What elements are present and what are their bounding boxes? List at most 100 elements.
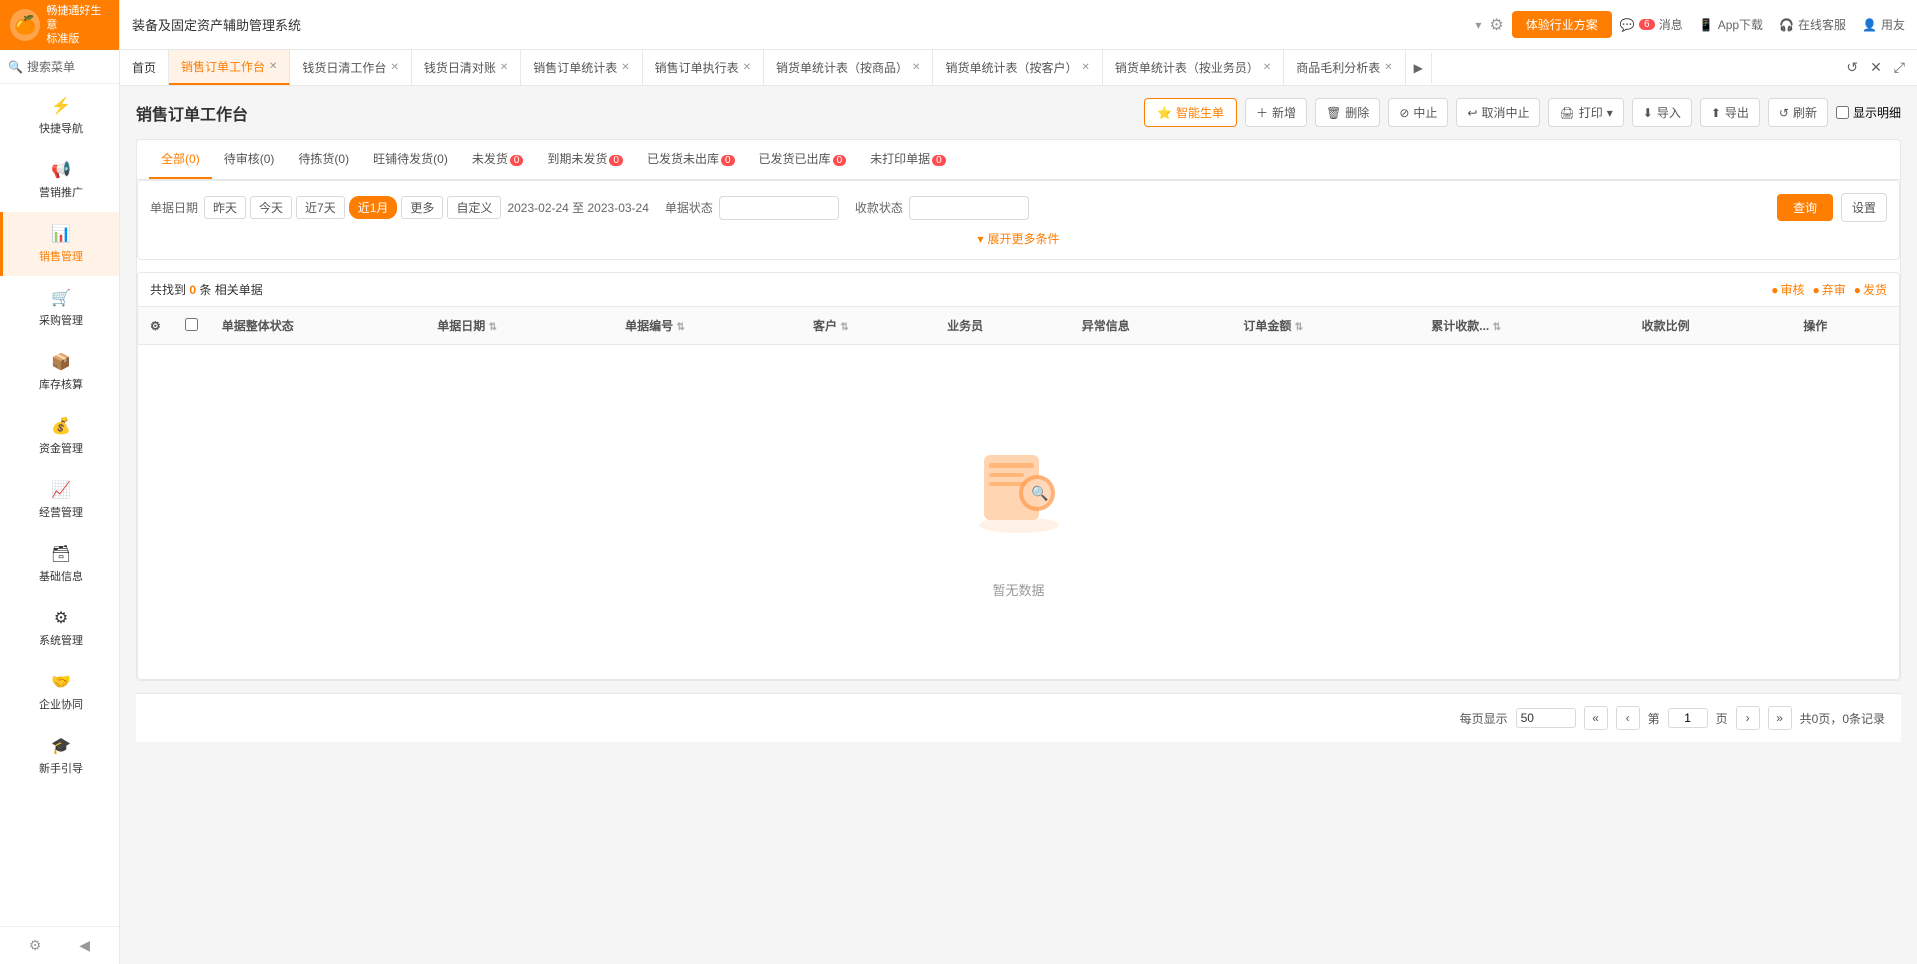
- sub-tab-pending-inspect[interactable]: 待拣货(0): [286, 140, 361, 179]
- col-checkbox-header[interactable]: [173, 307, 210, 345]
- tab-close-cash-daily[interactable]: ✕: [390, 62, 398, 73]
- sidebar-item-system[interactable]: ⚙ 系统管理: [0, 596, 119, 660]
- sidebar-item-enterprise[interactable]: 🤝 企业协同: [0, 660, 119, 724]
- tab-maximize-button[interactable]: ⤢: [1890, 57, 1909, 78]
- sub-tab-wangpu-ship[interactable]: 旺铺待发货(0): [361, 140, 460, 179]
- settings-button[interactable]: ⚙: [29, 937, 42, 954]
- sidebar-search[interactable]: 🔍 搜索菜单: [0, 50, 119, 84]
- tab-sales-summary-staff[interactable]: 销货单统计表（按业务员） ✕: [1103, 50, 1284, 85]
- sidebar-item-sales[interactable]: 📊 销售管理: [0, 212, 119, 276]
- tab-sales-order[interactable]: 销售订单工作台 ✕: [169, 50, 290, 85]
- tab-close-goods-margin[interactable]: ✕: [1384, 62, 1392, 73]
- industry-solution-button[interactable]: 体验行业方案: [1512, 11, 1612, 38]
- customer-sort-icon: ⇅: [840, 322, 848, 333]
- sidebar-item-inventory[interactable]: 📦 库存核算: [0, 340, 119, 404]
- payment-select[interactable]: [909, 196, 1029, 220]
- message-action[interactable]: 💬 6 消息: [1620, 16, 1683, 33]
- sub-tab-not-printed[interactable]: 未打印单据0: [858, 140, 958, 179]
- overdue-ship-badge: 0: [609, 155, 623, 166]
- setting-button[interactable]: 设置: [1841, 193, 1887, 222]
- refresh-button[interactable]: ↺ 刷新: [1768, 98, 1828, 127]
- sub-tab-shipped-out[interactable]: 已发货已出库0: [747, 140, 859, 179]
- date-btn-today[interactable]: 今天: [250, 196, 292, 219]
- last-page-button[interactable]: »: [1768, 706, 1792, 730]
- tab-sales-summary-customer[interactable]: 销货单统计表（按客户） ✕: [933, 50, 1102, 85]
- import-button[interactable]: ⬇ 导入: [1632, 98, 1692, 127]
- export-button[interactable]: ⬆ 导出: [1700, 98, 1760, 127]
- tab-close-summary-customer[interactable]: ✕: [1081, 62, 1089, 73]
- select-all-checkbox[interactable]: [185, 318, 198, 331]
- table-count: 共找到 0 条 相关单据: [150, 281, 263, 298]
- ship-op-button[interactable]: ● 发货: [1854, 281, 1887, 298]
- inventory-icon: 📦: [51, 352, 71, 372]
- delete-button[interactable]: 🗑 删除: [1315, 98, 1380, 127]
- cancel-stop-button[interactable]: ↩ 取消中止: [1456, 98, 1540, 127]
- app-download-action[interactable]: 📱 App下载: [1699, 16, 1763, 33]
- unreviewed-op-button[interactable]: ● 弃审: [1812, 281, 1845, 298]
- online-service-action[interactable]: 🎧 在线客服: [1779, 16, 1846, 33]
- sidebar-item-quick-nav[interactable]: ⚡ 快捷导航: [0, 84, 119, 148]
- tab-close-sales-order[interactable]: ✕: [269, 61, 277, 72]
- stop-button[interactable]: ⊘ 中止: [1388, 98, 1448, 127]
- sidebar-item-basic[interactable]: 🗃 基础信息: [0, 532, 119, 596]
- sub-tab-pending-review[interactable]: 待审核(0): [212, 140, 287, 179]
- per-page-select[interactable]: 10 20 50 100: [1516, 708, 1576, 728]
- date-btn-custom[interactable]: 自定义: [447, 196, 501, 219]
- tab-close-summary-product[interactable]: ✕: [912, 62, 920, 73]
- user-action[interactable]: 👤 用友: [1862, 16, 1905, 33]
- review-op-button[interactable]: ● 审核: [1771, 281, 1804, 298]
- collapse-button[interactable]: ◀: [79, 937, 90, 954]
- col-collected-header[interactable]: 累计收款... ⇅: [1419, 307, 1629, 345]
- settings-icon[interactable]: ⚙: [1489, 15, 1503, 35]
- next-page-button[interactable]: ›: [1736, 706, 1760, 730]
- sidebar-item-marketing[interactable]: 📢 营销推广: [0, 148, 119, 212]
- sub-tab-overdue-ship[interactable]: 到期未发货0: [535, 140, 635, 179]
- sub-tab-not-shipped[interactable]: 未发货0: [460, 140, 536, 179]
- tab-sales-exec[interactable]: 销售订单执行表 ✕: [643, 50, 764, 85]
- col-customer-header[interactable]: 客户 ⇅: [801, 307, 935, 345]
- add-button[interactable]: ＋ 新增: [1245, 98, 1307, 127]
- print-button[interactable]: 🖨 打印 ▾: [1548, 98, 1623, 127]
- message-label: 消息: [1659, 16, 1683, 33]
- sidebar-item-operations[interactable]: 📈 经营管理: [0, 468, 119, 532]
- tab-refresh-button[interactable]: ↺: [1842, 57, 1862, 78]
- tab-home[interactable]: 首页: [120, 50, 169, 85]
- tab-goods-margin[interactable]: 商品毛利分析表 ✕: [1284, 50, 1405, 85]
- sidebar-item-finance[interactable]: 💰 资金管理: [0, 404, 119, 468]
- expand-filter-button[interactable]: ▾ 展开更多条件: [977, 230, 1059, 247]
- date-btn-yesterday[interactable]: 昨天: [204, 196, 246, 219]
- sidebar-item-guide[interactable]: 🎓 新手引导: [0, 724, 119, 788]
- sub-tab-shipped-no-out[interactable]: 已发货未出库0: [635, 140, 747, 179]
- tab-cash-daily[interactable]: 钱货日清工作台 ✕: [290, 50, 411, 85]
- col-date-header[interactable]: 单据日期 ⇅: [425, 307, 613, 345]
- tab-close-cash-reconcile[interactable]: ✕: [500, 62, 508, 73]
- sidebar-item-purchase[interactable]: 🛒 采购管理: [0, 276, 119, 340]
- tab-sales-stats[interactable]: 销售订单统计表 ✕: [521, 50, 642, 85]
- settings-gear-icon[interactable]: ⚙: [150, 319, 161, 333]
- date-btn-more[interactable]: 更多: [401, 196, 443, 219]
- tab-cash-reconcile[interactable]: 钱货日清对账 ✕: [412, 50, 521, 85]
- first-page-button[interactable]: «: [1584, 706, 1608, 730]
- query-button[interactable]: 查询: [1777, 194, 1833, 221]
- tab-close-sales-exec[interactable]: ✕: [743, 62, 751, 73]
- date-btn-1month[interactable]: 近1月: [349, 196, 398, 219]
- tab-close-summary-staff[interactable]: ✕: [1263, 62, 1271, 73]
- sub-tab-all[interactable]: 全部(0): [149, 140, 212, 179]
- dropdown-icon[interactable]: ▾: [1475, 18, 1481, 32]
- date-btn-7days[interactable]: 近7天: [296, 196, 345, 219]
- tab-close-button[interactable]: ✕: [1866, 57, 1886, 78]
- page-number-input[interactable]: [1668, 708, 1708, 728]
- phone-icon: 📱: [1699, 18, 1714, 32]
- col-number-header[interactable]: 单据编号 ⇅: [613, 307, 801, 345]
- show-detail-checkbox[interactable]: [1836, 106, 1849, 119]
- tab-sales-summary-product[interactable]: 销货单统计表（按商品） ✕: [764, 50, 933, 85]
- show-detail-label[interactable]: 显示明细: [1836, 104, 1901, 121]
- smart-create-button[interactable]: ⭐ 智能生单: [1144, 98, 1237, 127]
- tab-more-button[interactable]: ▶: [1406, 53, 1432, 83]
- tab-close-sales-stats[interactable]: ✕: [621, 62, 629, 73]
- col-amount-header[interactable]: 订单金额 ⇅: [1231, 307, 1419, 345]
- import-icon: ⬇: [1643, 106, 1653, 120]
- prev-page-button[interactable]: ‹: [1616, 706, 1640, 730]
- status-select[interactable]: [719, 196, 839, 220]
- col-settings-header[interactable]: ⚙: [138, 307, 173, 345]
